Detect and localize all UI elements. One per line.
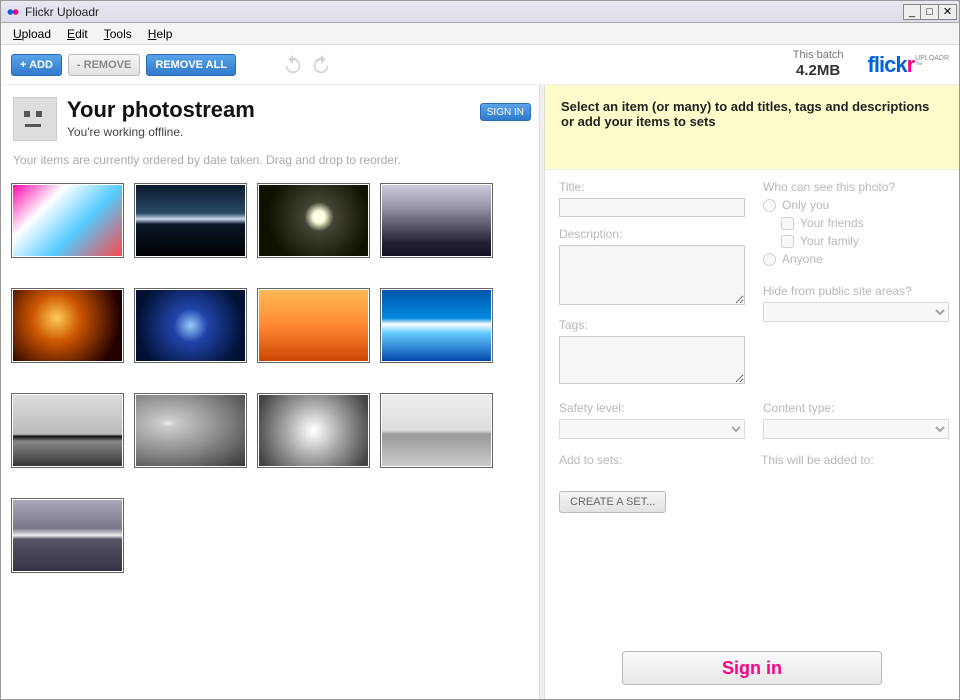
- toolbar: + ADD - REMOVE REMOVE ALL This batch 4.2…: [1, 45, 959, 85]
- thumbnail[interactable]: [257, 183, 370, 258]
- thumbnail[interactable]: [134, 393, 247, 468]
- rotate-right-icon[interactable]: [310, 54, 332, 76]
- title-input[interactable]: [559, 198, 745, 217]
- addedto-label: This will be added to:: [761, 453, 945, 467]
- privacy-friends-check[interactable]: [781, 217, 794, 230]
- thumbnail[interactable]: [11, 393, 124, 468]
- photostream-subtitle: You're working offline.: [67, 125, 255, 139]
- photostream-header: Your photostream You're working offline.…: [7, 91, 537, 143]
- hide-label: Hide from public site areas?: [763, 284, 949, 298]
- metadata-form: Title: Description: Tags: Who can see th…: [545, 170, 959, 641]
- thumbnail[interactable]: [380, 393, 493, 468]
- thumbnail[interactable]: [134, 183, 247, 258]
- privacy-only-you-radio[interactable]: [763, 199, 776, 212]
- tags-input[interactable]: [559, 336, 745, 384]
- create-set-button[interactable]: CREATE A SET...: [559, 491, 666, 513]
- privacy-label: Who can see this photo?: [763, 180, 949, 194]
- reorder-hint: Your items are currently ordered by date…: [7, 143, 537, 183]
- thumbnail[interactable]: [11, 183, 124, 258]
- thumbnail[interactable]: [257, 393, 370, 468]
- description-label: Description:: [559, 227, 745, 241]
- maximize-button[interactable]: □: [921, 4, 939, 20]
- right-pane: Select an item (or many) to add titles, …: [545, 85, 959, 699]
- thumbnail[interactable]: [11, 498, 124, 573]
- menu-upload[interactable]: Upload: [7, 25, 57, 43]
- menu-help[interactable]: Help: [142, 25, 179, 43]
- safety-label: Safety level:: [559, 401, 745, 415]
- thumbnail[interactable]: [257, 288, 370, 363]
- signin-small-button[interactable]: SIGN IN: [480, 103, 531, 121]
- remove-button[interactable]: - REMOVE: [68, 54, 140, 76]
- left-pane: Your photostream You're working offline.…: [1, 85, 539, 699]
- description-input[interactable]: [559, 245, 745, 305]
- thumbnail[interactable]: [11, 288, 124, 363]
- thumbnail[interactable]: [134, 288, 247, 363]
- menu-edit[interactable]: Edit: [61, 25, 94, 43]
- photostream-title: Your photostream: [67, 97, 255, 123]
- avatar: [13, 97, 57, 141]
- app-icon: [5, 4, 21, 20]
- flickr-logo: flickrUPLOADR™: [868, 52, 949, 78]
- addsets-label: Add to sets:: [559, 453, 743, 467]
- titlebar: Flickr Uploadr _ □ ✕: [1, 1, 959, 23]
- safety-select[interactable]: [559, 419, 745, 439]
- content-select[interactable]: [763, 419, 949, 439]
- content-label: Content type:: [763, 401, 949, 415]
- thumbnail[interactable]: [380, 288, 493, 363]
- thumbnail-grid: [7, 183, 537, 593]
- tags-label: Tags:: [559, 318, 745, 332]
- privacy-family-check[interactable]: [781, 235, 794, 248]
- menubar: Upload Edit Tools Help: [1, 23, 959, 45]
- hide-select[interactable]: [763, 302, 949, 322]
- window-title: Flickr Uploadr: [25, 5, 903, 19]
- rotate-left-icon[interactable]: [282, 54, 304, 76]
- batch-size: 4.2MB: [793, 62, 844, 80]
- close-button[interactable]: ✕: [939, 4, 957, 20]
- minimize-button[interactable]: _: [903, 4, 921, 20]
- menu-tools[interactable]: Tools: [98, 25, 138, 43]
- add-button[interactable]: + ADD: [11, 54, 62, 76]
- remove-all-button[interactable]: REMOVE ALL: [146, 54, 236, 76]
- title-label: Title:: [559, 180, 745, 194]
- rotate-icons: [282, 54, 332, 76]
- batch-label: This batch: [793, 49, 844, 62]
- privacy-anyone-radio[interactable]: [763, 253, 776, 266]
- tip-banner: Select an item (or many) to add titles, …: [545, 85, 959, 170]
- thumbnail[interactable]: [380, 183, 493, 258]
- batch-info: This batch 4.2MB: [793, 49, 844, 80]
- main: Your photostream You're working offline.…: [1, 85, 959, 699]
- signin-big-button[interactable]: Sign in: [622, 651, 882, 685]
